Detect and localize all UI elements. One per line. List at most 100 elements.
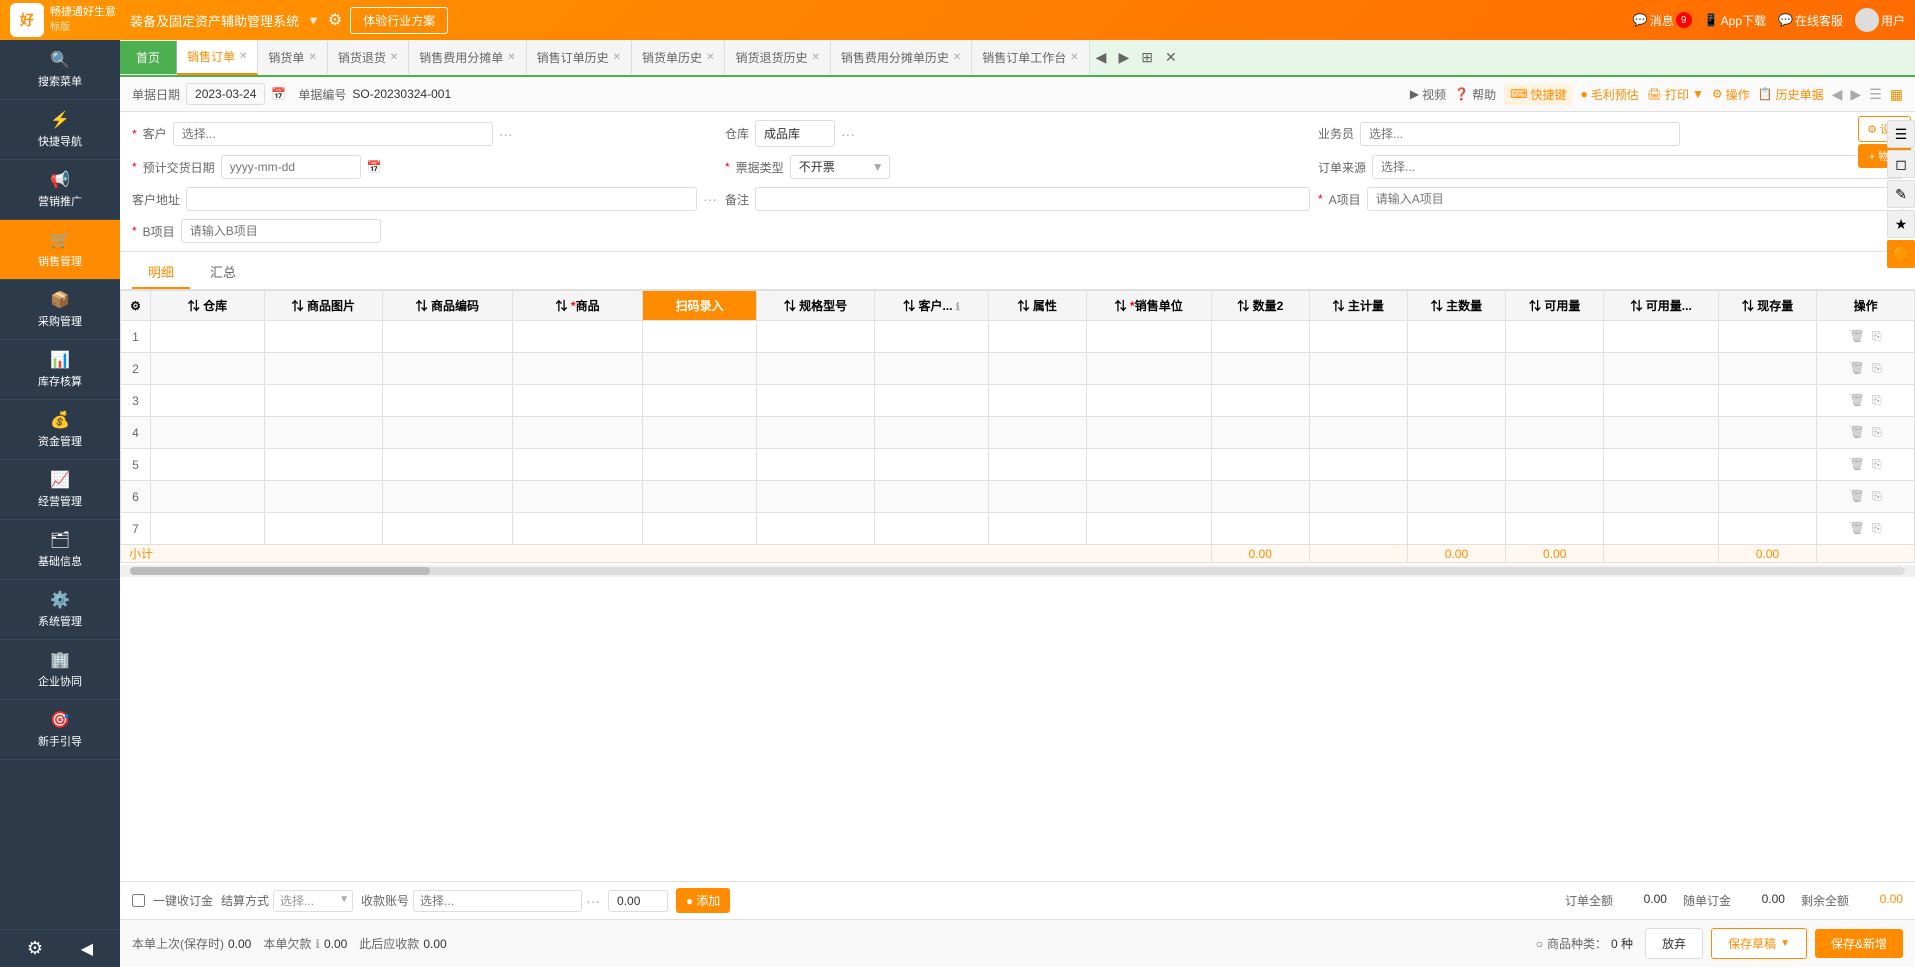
tab-detail[interactable]: 明细 bbox=[132, 256, 190, 289]
warehouse-value[interactable]: 成品库 bbox=[755, 120, 835, 147]
rsp-btn-5[interactable]: 🟠 bbox=[1887, 240, 1915, 268]
tab-close-refund[interactable]: ✕ bbox=[390, 52, 398, 63]
save-draft-dropdown-icon[interactable]: ▼ bbox=[1780, 938, 1790, 949]
row2-delete-btn[interactable]: 🗑 bbox=[1849, 361, 1864, 375]
remark-input[interactable] bbox=[755, 187, 1310, 211]
rsp-btn-2[interactable]: ◻ bbox=[1887, 150, 1915, 178]
view-btn[interactable]: ▶ 视频 bbox=[1410, 86, 1446, 103]
col-warehouse[interactable]: ⇅ 仓库 bbox=[151, 291, 265, 321]
single-date-value[interactable]: 2023-03-24 bbox=[186, 83, 265, 105]
b-project-input[interactable] bbox=[181, 219, 381, 243]
sidebar-item-search[interactable]: 🔍 搜索菜单 bbox=[0, 40, 120, 100]
tab-nav-prev[interactable]: ◀ bbox=[1090, 49, 1113, 66]
tab-close-returns-history[interactable]: ✕ bbox=[706, 52, 714, 63]
sidebar-item-operations[interactable]: 📈 经营管理 bbox=[0, 460, 120, 520]
delivery-date-input[interactable] bbox=[221, 155, 361, 179]
history-btn[interactable]: 📋 历史单据 bbox=[1758, 86, 1824, 103]
industry-btn[interactable]: 体验行业方案 bbox=[350, 7, 448, 34]
col-product-code[interactable]: ⇅ 商品编码 bbox=[382, 291, 512, 321]
col-gear[interactable]: ⚙ bbox=[121, 291, 151, 321]
col-attributes[interactable]: ⇅ 属性 bbox=[988, 291, 1086, 321]
row6-delete-btn[interactable]: 🗑 bbox=[1849, 489, 1864, 503]
tab-close-sales[interactable]: ✕ bbox=[239, 51, 247, 62]
app-download-btn[interactable]: 📱App下载 bbox=[1704, 12, 1766, 29]
sidebar-item-marketing[interactable]: 📢 营销推广 bbox=[0, 160, 120, 220]
row5-delete-btn[interactable]: 🗑 bbox=[1849, 457, 1864, 471]
settings-icon[interactable]: ⚙ bbox=[328, 10, 342, 30]
tab-sales-order[interactable]: 销售订单 ✕ bbox=[177, 40, 258, 75]
tab-close-returns[interactable]: ✕ bbox=[308, 52, 316, 63]
tab-close-refund-history[interactable]: ✕ bbox=[811, 52, 819, 63]
row4-delete-btn[interactable]: 🗑 bbox=[1849, 425, 1864, 439]
tab-close-order-history[interactable]: ✕ bbox=[613, 52, 621, 63]
horizontal-scrollbar[interactable] bbox=[120, 565, 1915, 577]
col-available[interactable]: ⇅ 可用量 bbox=[1506, 291, 1604, 321]
receipt-more-btn[interactable]: ··· bbox=[586, 893, 600, 909]
row2-copy-btn[interactable]: ⎘ bbox=[1872, 361, 1882, 375]
tab-home[interactable]: 首页 bbox=[120, 41, 177, 74]
col-available2[interactable]: ⇅ 可用量... bbox=[1604, 291, 1719, 321]
tab-sales-returns[interactable]: 销货单 ✕ bbox=[258, 41, 327, 74]
tab-nav-next[interactable]: ▶ bbox=[1112, 49, 1135, 66]
tab-order-history[interactable]: 销售订单历史 ✕ bbox=[527, 41, 632, 74]
sidebar-item-base[interactable]: 🗂 基础信息 bbox=[0, 520, 120, 580]
profit-btn[interactable]: ● 毛利预估 bbox=[1580, 86, 1638, 103]
tab-expense-split[interactable]: 销售费用分摊单 ✕ bbox=[409, 41, 526, 74]
calendar-icon[interactable]: 📅 bbox=[271, 87, 286, 101]
invoice-type-select[interactable]: 不开票 增值税普票 增值税专票 bbox=[790, 155, 890, 179]
tab-close-expense[interactable]: ✕ bbox=[507, 52, 515, 63]
col-main-qty[interactable]: ⇅ 主数量 bbox=[1407, 291, 1505, 321]
col-main-unit[interactable]: ⇅ 主计量 bbox=[1309, 291, 1407, 321]
sidebar-item-guide[interactable]: 🎯 新手引导 bbox=[0, 700, 120, 760]
col-qty2[interactable]: ⇅ 数量2 bbox=[1211, 291, 1309, 321]
delivery-calendar-icon[interactable]: 📅 bbox=[367, 160, 382, 174]
add-btn[interactable]: ● 添加 bbox=[676, 888, 730, 913]
print-dropdown[interactable]: ▼ bbox=[1692, 87, 1704, 101]
col-stock[interactable]: ⇅ 现存量 bbox=[1718, 291, 1816, 321]
tab-close-all[interactable]: ✕ bbox=[1159, 49, 1183, 66]
discard-btn[interactable]: 放弃 bbox=[1645, 928, 1703, 959]
order-source-input[interactable] bbox=[1372, 155, 1903, 179]
rsp-btn-4[interactable]: ★ bbox=[1887, 210, 1915, 238]
shortcut-btn[interactable]: ⌨ 快捷键 bbox=[1504, 84, 1572, 105]
col-sales-unit[interactable]: ⇅ *销售单位 bbox=[1086, 291, 1211, 321]
message-btn[interactable]: 💬 消息 9 bbox=[1633, 12, 1692, 29]
sidebar-item-purchase[interactable]: 📦 采购管理 bbox=[0, 280, 120, 340]
list-view-btn[interactable]: ☰ bbox=[1869, 86, 1882, 103]
prev-record-btn[interactable]: ◀ bbox=[1832, 86, 1843, 103]
staff-input[interactable] bbox=[1360, 122, 1680, 146]
col-product[interactable]: ⇅ *商品 bbox=[512, 291, 642, 321]
row5-copy-btn[interactable]: ⎘ bbox=[1872, 457, 1882, 471]
customer-input[interactable] bbox=[173, 122, 493, 146]
sidebar-item-quicknav[interactable]: ⚡ 快捷导航 bbox=[0, 100, 120, 160]
a-project-input[interactable] bbox=[1367, 187, 1903, 211]
row1-delete-btn[interactable]: 🗑 bbox=[1849, 329, 1864, 343]
rsp-btn-1[interactable]: ☰ bbox=[1887, 120, 1915, 148]
tab-maximize[interactable]: ⊞ bbox=[1135, 49, 1159, 66]
sidebar-item-finance[interactable]: 💰 资金管理 bbox=[0, 400, 120, 460]
sidebar-item-enterprise[interactable]: 🏢 企业协同 bbox=[0, 640, 120, 700]
rsp-btn-3[interactable]: ✎ bbox=[1887, 180, 1915, 208]
tab-expense-history[interactable]: 销售费用分摊单历史 ✕ bbox=[831, 41, 972, 74]
row3-delete-btn[interactable]: 🗑 bbox=[1849, 393, 1864, 407]
save-new-btn[interactable]: 保存&新增 bbox=[1815, 929, 1903, 958]
customer-more-btn[interactable]: ··· bbox=[499, 126, 513, 142]
receipt-account-input[interactable] bbox=[413, 890, 582, 912]
payment-method-select[interactable]: 选择... bbox=[273, 890, 353, 912]
row7-copy-btn[interactable]: ⎘ bbox=[1872, 521, 1882, 535]
one-key-order-checkbox[interactable] bbox=[132, 894, 145, 907]
address-more-btn[interactable]: ··· bbox=[703, 191, 717, 207]
save-draft-btn[interactable]: 保存草稿 ▼ bbox=[1711, 928, 1807, 959]
sidebar-item-sales[interactable]: 🛒 销售管理 bbox=[0, 220, 120, 280]
sidebar-item-inventory[interactable]: 📊 库存核算 bbox=[0, 340, 120, 400]
tab-refund-history[interactable]: 销货退货历史 ✕ bbox=[725, 41, 830, 74]
sidebar-collapse-btn[interactable]: ◀ bbox=[81, 939, 93, 959]
print-btn[interactable]: 🖨 打印 ▼ bbox=[1647, 86, 1704, 103]
col-spec[interactable]: ⇅ 规格型号 bbox=[757, 291, 875, 321]
sidebar-settings-btn[interactable]: ⚙ bbox=[27, 938, 43, 959]
warehouse-more-btn[interactable]: ··· bbox=[841, 126, 855, 142]
tab-summary[interactable]: 汇总 bbox=[194, 256, 252, 289]
dropdown-icon[interactable]: ▼ bbox=[307, 13, 320, 28]
next-record-btn[interactable]: ▶ bbox=[1850, 86, 1861, 103]
online-service-btn[interactable]: 💬在线客服 bbox=[1778, 12, 1843, 29]
